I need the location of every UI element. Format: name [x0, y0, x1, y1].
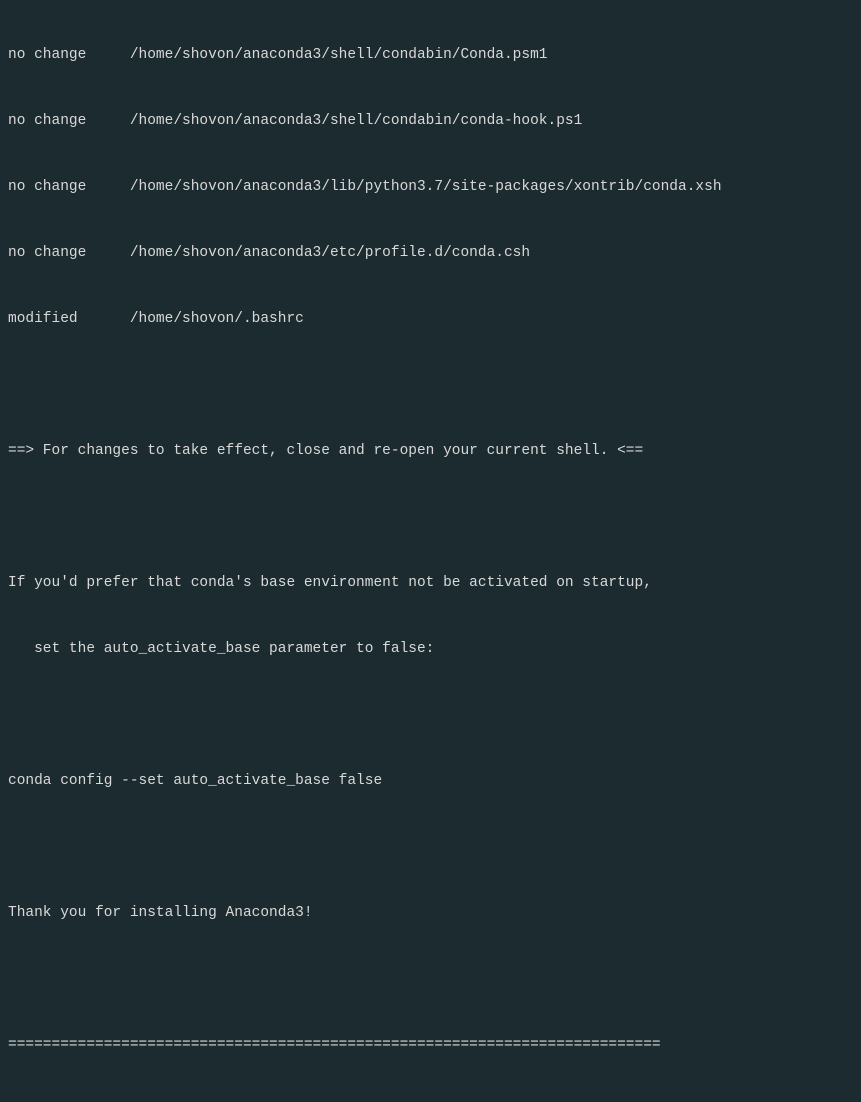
output-line: ========================================…	[8, 1034, 853, 1056]
output-line: no change /home/shovon/anaconda3/etc/pro…	[8, 242, 853, 264]
blank-line	[8, 374, 853, 396]
output-line: no change /home/shovon/anaconda3/shell/c…	[8, 44, 853, 66]
output-line: set the auto_activate_base parameter to …	[8, 638, 853, 660]
blank-line	[8, 704, 853, 726]
output-line: no change /home/shovon/anaconda3/shell/c…	[8, 110, 853, 132]
output-line: modified /home/shovon/.bashrc	[8, 308, 853, 330]
output-line: ==> For changes to take effect, close an…	[8, 440, 853, 462]
output-line: Thank you for installing Anaconda3!	[8, 902, 853, 924]
blank-line	[8, 506, 853, 528]
blank-line	[8, 968, 853, 990]
blank-line	[8, 836, 853, 858]
output-line: conda config --set auto_activate_base fa…	[8, 770, 853, 792]
output-line: no change /home/shovon/anaconda3/lib/pyt…	[8, 176, 853, 198]
terminal-output: no change /home/shovon/anaconda3/shell/c…	[8, 0, 853, 1102]
output-line: If you'd prefer that conda's base enviro…	[8, 572, 853, 594]
blank-line	[8, 1100, 853, 1102]
